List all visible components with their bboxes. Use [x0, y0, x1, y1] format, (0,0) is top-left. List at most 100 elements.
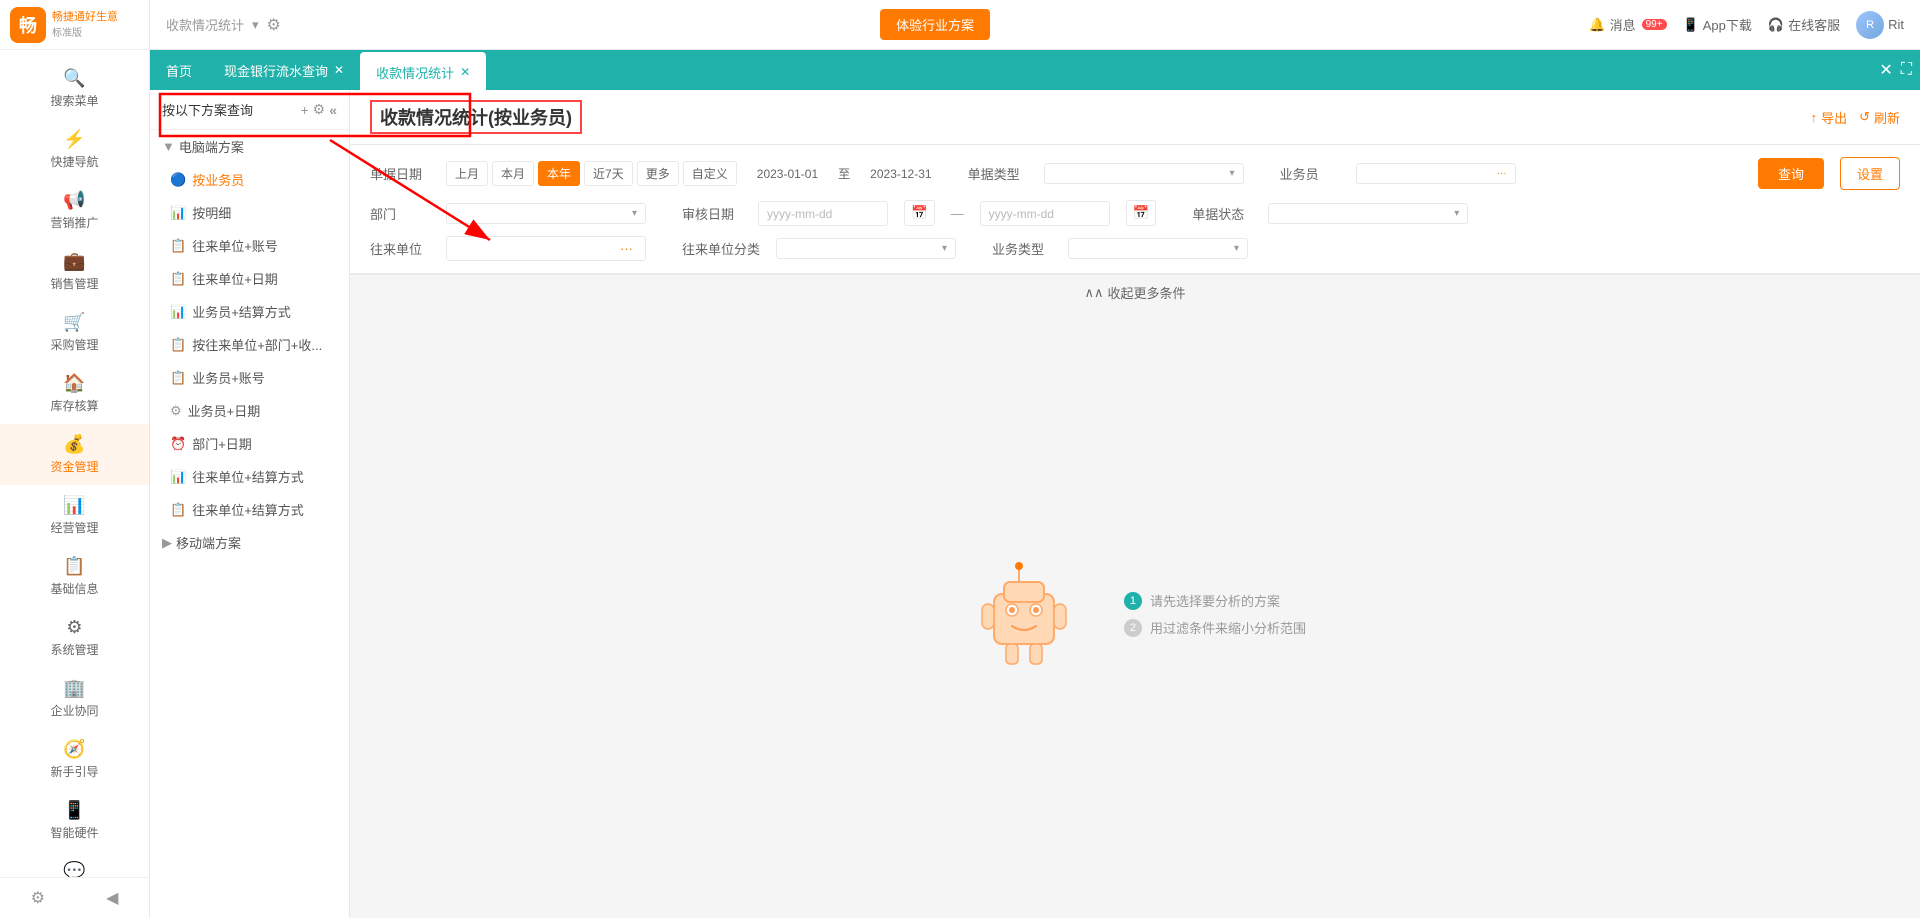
- query-btn[interactable]: 查询: [1758, 158, 1824, 189]
- sidebar-item-search-menu[interactable]: 🔍 搜索菜单: [0, 58, 149, 119]
- add-scheme-btn[interactable]: +: [300, 101, 308, 118]
- customer-category-dropdown-icon: ▾: [942, 243, 947, 254]
- date-btn-more[interactable]: 更多: [637, 161, 679, 186]
- header-left: 收款情况统计 ▾ ⚙: [166, 15, 281, 35]
- customer-service-btn[interactable]: 🎧 在线客服: [1768, 15, 1840, 34]
- tree-section-desktop[interactable]: ▼ 电脑端方案: [150, 130, 349, 163]
- page-title: 收款情况统计(按业务员): [370, 100, 582, 134]
- window-close-btn[interactable]: ✕: [1879, 60, 1892, 80]
- date-btn-last7[interactable]: 近7天: [584, 161, 633, 186]
- sp-settlement-icon: 📊: [170, 304, 186, 320]
- tree-section-mobile[interactable]: ▶ 移动端方案: [150, 526, 349, 559]
- review-date-end-placeholder: yyyy-mm-dd: [989, 207, 1054, 221]
- filter-row-1: 单据日期 上月 本月 本年 近7天 更多 自定义 2023-01-01 至 20…: [370, 157, 1900, 190]
- desktop-arrow-icon: ▼: [162, 139, 175, 154]
- sidebar-item-system[interactable]: ⚙ 系统管理: [0, 607, 149, 668]
- sp-date-icon: ⚙: [170, 403, 182, 419]
- tree-item-by-detail[interactable]: 📊 按明细: [150, 196, 349, 229]
- review-date-start[interactable]: yyyy-mm-dd: [758, 201, 888, 226]
- sidebar-item-quick-nav[interactable]: ⚡ 快捷导航: [0, 119, 149, 180]
- collapse-icon: ∧∧: [1084, 285, 1103, 301]
- inventory-icon: 🏠: [63, 373, 85, 394]
- sidebar-item-marketing[interactable]: 📢 营销推广: [0, 180, 149, 241]
- tree-item-salesperson-date[interactable]: ⚙ 业务员+日期: [150, 394, 349, 427]
- wechat-icon: 💬: [63, 861, 85, 877]
- tree-item-customer-settlement3[interactable]: 📋 往来单位+结算方式: [150, 493, 349, 526]
- business-type-select[interactable]: ▾: [1068, 238, 1248, 259]
- sidebar-item-label: 系统管理: [50, 641, 98, 658]
- cs2-icon: 📊: [170, 469, 186, 485]
- dept-label: 部门: [370, 204, 430, 223]
- tree-item-customer-date[interactable]: 📋 往来单位+日期: [150, 262, 349, 295]
- customer-label: 往来单位: [370, 239, 430, 258]
- customer-more-icon[interactable]: ···: [620, 241, 633, 256]
- app-download-btn[interactable]: 📱 App下载: [1683, 15, 1752, 34]
- sidebar-item-purchase[interactable]: 🛒 采购管理: [0, 302, 149, 363]
- sidebar-item-wechat[interactable]: 💬 企业微信: [0, 851, 149, 877]
- salesperson-select[interactable]: ···: [1356, 163, 1516, 184]
- sidebar-item-smart-hw[interactable]: 📱 智能硬件: [0, 790, 149, 851]
- trial-btn[interactable]: 体验行业方案: [880, 9, 990, 40]
- sidebar-item-finance[interactable]: 💰 资金管理: [0, 424, 149, 485]
- tab-collection-stats-close[interactable]: ✕: [460, 65, 470, 79]
- refresh-icon: ↺: [1859, 109, 1870, 125]
- filter-row-3: 往来单位 ··· 往来单位分类 ▾ 业务类型 ▾: [370, 236, 1900, 261]
- sidebar-item-basic-info[interactable]: 📋 基础信息: [0, 546, 149, 607]
- date-btn-custom[interactable]: 自定义: [683, 161, 737, 186]
- tree-item-salesperson-account[interactable]: 📋 业务员+账号: [150, 361, 349, 394]
- review-date-end[interactable]: yyyy-mm-dd: [980, 201, 1110, 226]
- collapse-bar[interactable]: ∧∧ 收起更多条件: [350, 274, 1920, 310]
- doc-type-select[interactable]: ▾: [1044, 163, 1244, 184]
- tree-item-customer-dept[interactable]: 📋 按往来单位+部门+收...: [150, 328, 349, 361]
- tree-item-salesperson-settlement[interactable]: 📊 业务员+结算方式: [150, 295, 349, 328]
- customer-select[interactable]: ···: [446, 236, 646, 261]
- sidebar-item-enterprise[interactable]: 🏢 企业协同: [0, 668, 149, 729]
- settings-scheme-btn[interactable]: ⚙: [313, 101, 326, 118]
- cs3-icon: 📋: [170, 502, 186, 518]
- user-menu[interactable]: R Rit: [1856, 11, 1904, 39]
- tab-bank-flow[interactable]: 现金银行流水查询 ✕: [208, 50, 360, 90]
- settings-btn[interactable]: 设置: [1840, 157, 1900, 190]
- refresh-btn[interactable]: ↺ 刷新: [1859, 108, 1900, 127]
- sidebar-collapse-btn[interactable]: ◀: [106, 888, 118, 908]
- date-btn-last-month[interactable]: 上月: [446, 161, 488, 186]
- tab-home[interactable]: 首页: [150, 50, 208, 90]
- tree-item-dept-date[interactable]: ⏰ 部门+日期: [150, 427, 349, 460]
- tree-item-by-salesperson[interactable]: 🔵 按业务员: [150, 163, 349, 196]
- sidebar-item-label: 采购管理: [50, 336, 98, 353]
- customer-category-select[interactable]: ▾: [776, 238, 956, 259]
- date-btn-this-month[interactable]: 本月: [492, 161, 534, 186]
- tree-item-label: 业务员+账号: [192, 368, 265, 387]
- review-date-start-calendar[interactable]: 📅: [904, 200, 935, 226]
- tree-item-label: 往来单位+结算方式: [192, 500, 304, 519]
- header-settings-icon[interactable]: ⚙: [267, 15, 281, 35]
- tree-item-customer-account[interactable]: 📋 往来单位+账号: [150, 229, 349, 262]
- sidebar-item-guide[interactable]: 🧭 新手引导: [0, 729, 149, 790]
- window-expand-btn[interactable]: ⛶: [1901, 61, 1912, 79]
- doc-status-select[interactable]: ▾: [1268, 203, 1468, 224]
- tab-bank-flow-close[interactable]: ✕: [334, 63, 344, 77]
- notifications-btn[interactable]: 🔔 消息 99+: [1589, 15, 1666, 34]
- sidebar-item-sales[interactable]: 💼 销售管理: [0, 241, 149, 302]
- collapse-panel-btn[interactable]: «: [329, 101, 337, 118]
- sidebar-item-label: 基础信息: [50, 580, 98, 597]
- date-btn-this-year[interactable]: 本年: [538, 161, 580, 186]
- dept-select[interactable]: ▾: [446, 203, 646, 224]
- sidebar-settings-btn[interactable]: ⚙: [31, 888, 45, 908]
- sidebar-item-operations[interactable]: 📊 经营管理: [0, 485, 149, 546]
- tab-bar-controls: ✕ ⛶: [1879, 60, 1920, 80]
- sp-account-icon: 📋: [170, 370, 186, 386]
- tree-item-customer-settlement2[interactable]: 📊 往来单位+结算方式: [150, 460, 349, 493]
- sidebar-item-label: 企业协同: [50, 702, 98, 719]
- tab-collection-stats[interactable]: 收款情况统计 ✕: [360, 52, 486, 92]
- review-date-end-calendar[interactable]: 📅: [1126, 200, 1157, 226]
- filter-area: 单据日期 上月 本月 本年 近7天 更多 自定义 2023-01-01 至 20…: [350, 145, 1920, 274]
- export-btn[interactable]: ↑ 导出: [1811, 108, 1848, 127]
- tree-item-label: 按业务员: [192, 170, 244, 189]
- date-range-end: 2023-12-31: [870, 167, 931, 181]
- review-date-start-placeholder: yyyy-mm-dd: [767, 207, 832, 221]
- page-content: 按以下方案查询 + ⚙ « ▼ 电脑端方案 🔵 按业务员 📊 按明细: [150, 90, 1920, 918]
- sidebar-item-inventory[interactable]: 🏠 库存核算: [0, 363, 149, 424]
- user-name: Rit: [1888, 17, 1904, 32]
- breadcrumb-dropdown-icon[interactable]: ▾: [252, 17, 259, 33]
